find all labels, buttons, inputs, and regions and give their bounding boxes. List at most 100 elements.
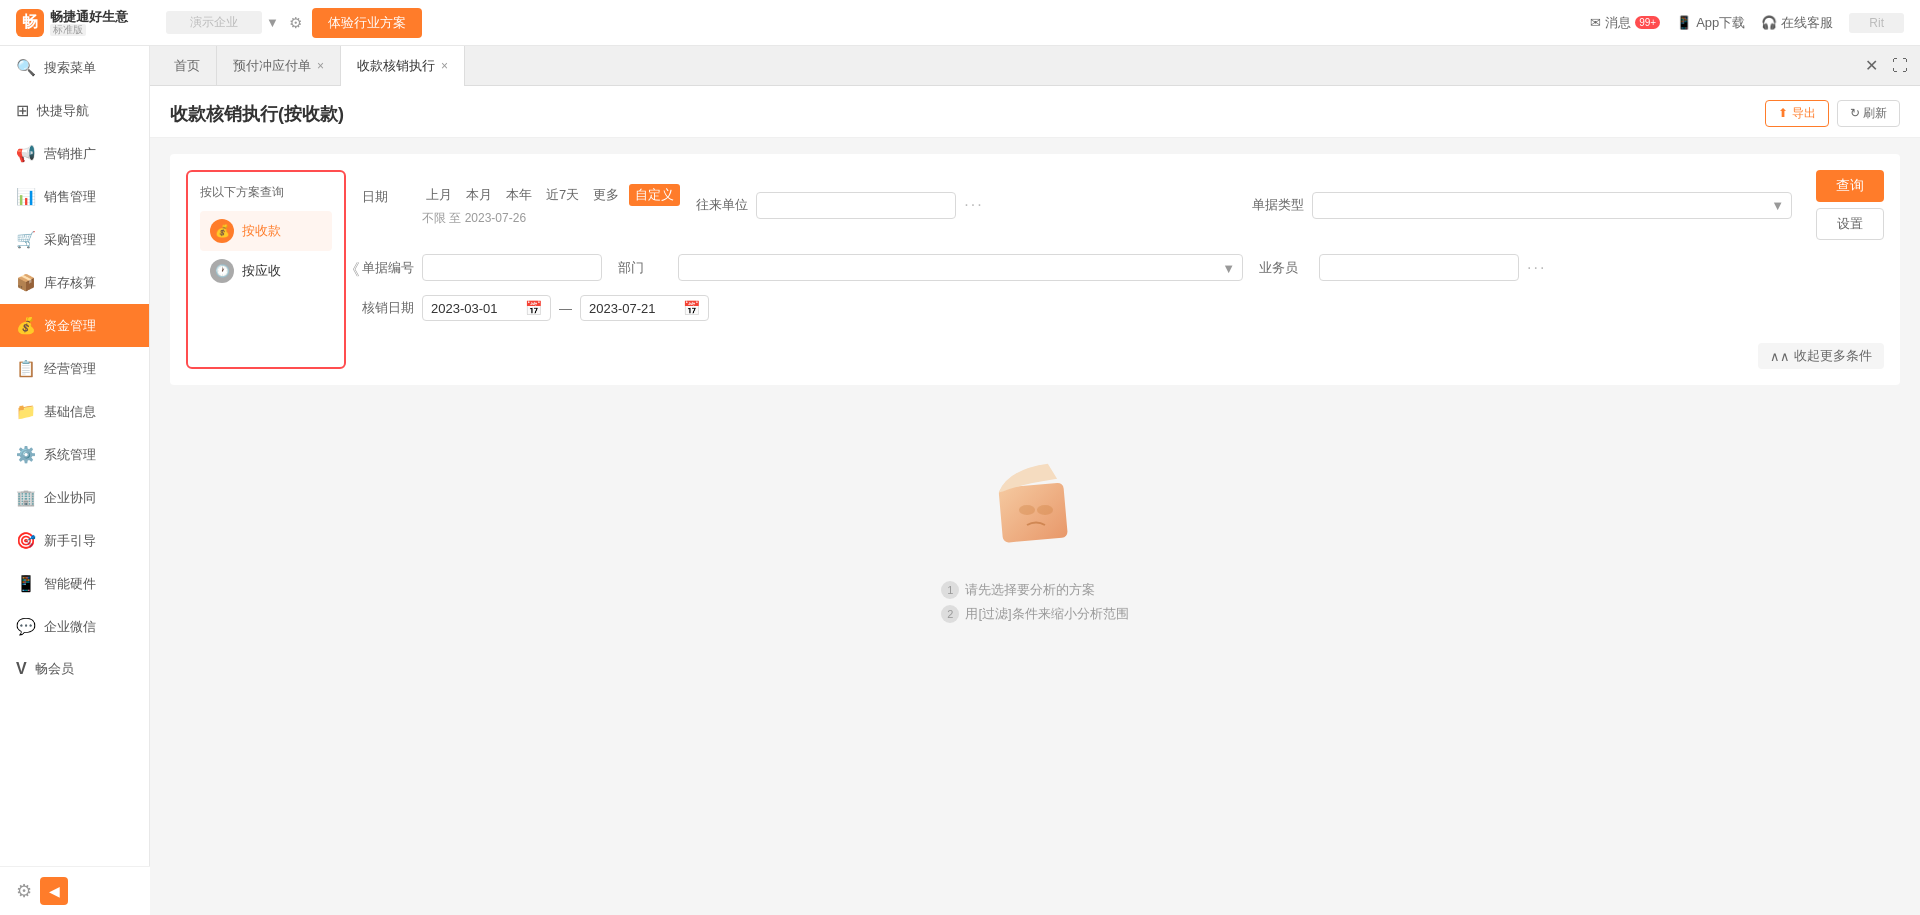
dropdown-icon[interactable]: ▼	[266, 15, 279, 30]
sidebar-item-purchase[interactable]: 🛒 采购管理	[0, 218, 149, 261]
sidebar-item-guide[interactable]: 🎯 新手引导	[0, 519, 149, 562]
tab-collection-close[interactable]: ×	[441, 59, 448, 73]
doc-type-select[interactable]	[1312, 192, 1792, 219]
wechat-icon: 💬	[16, 617, 36, 636]
query-button[interactable]: 查询	[1816, 170, 1884, 202]
filter-panel: 按以下方案查询 💰 按收款 🕐 按应收 《 日期	[170, 154, 1900, 385]
sidebar-label-purchase: 采购管理	[44, 231, 96, 249]
message-label: 消息	[1605, 14, 1631, 32]
date-more[interactable]: 更多	[589, 184, 623, 206]
gear-icon[interactable]: ⚙	[289, 14, 302, 32]
guide-icon: 🎯	[16, 531, 36, 550]
sidebar-label-operations: 经营管理	[44, 360, 96, 378]
date-last-month[interactable]: 上月	[422, 184, 456, 206]
sidebar-item-quick-nav[interactable]: ⊞ 快捷导航	[0, 89, 149, 132]
date-filter-group: 日期 上月 本月 本年 近7天 更多 自定义 不限 至 2023-07-26	[362, 184, 680, 227]
partner-label: 往来单位	[696, 196, 748, 214]
verify-date-to-input[interactable]	[589, 301, 679, 316]
sidebar-item-vip[interactable]: V 畅会员	[0, 648, 149, 738]
tab-bar: 首页 预付冲应付单 × 收款核销执行 × ✕ ⛶	[150, 46, 1920, 86]
operations-icon: 📋	[16, 359, 36, 378]
doc-num-input[interactable]	[422, 254, 602, 281]
online-service-btn[interactable]: 🎧 在线客服	[1761, 14, 1833, 32]
salesperson-input[interactable]	[1319, 254, 1519, 281]
dept-select[interactable]	[678, 254, 1243, 281]
receivable-icon: 🕐	[210, 259, 234, 283]
empty-tip-2-text: 用[过滤]条件来缩小分析范围	[965, 605, 1128, 623]
sidebar-item-system[interactable]: ⚙️ 系统管理	[0, 433, 149, 476]
sidebar-item-wechat[interactable]: 💬 企业微信	[0, 605, 149, 648]
doc-type-label: 单据类型	[1252, 196, 1304, 214]
query-type-panel: 按以下方案查询 💰 按收款 🕐 按应收 《	[186, 170, 346, 369]
partner-input[interactable]	[756, 192, 956, 219]
query-by-receivable[interactable]: 🕐 按应收	[200, 251, 332, 291]
export-button[interactable]: ⬆ 导出	[1765, 100, 1828, 127]
solution-button[interactable]: 体验行业方案	[312, 8, 422, 38]
app-download-btn[interactable]: 📱 App下载	[1676, 14, 1745, 32]
hardware-icon: 📱	[16, 574, 36, 593]
tab-home[interactable]: 首页	[158, 46, 217, 86]
sidebar-label-inventory: 库存核算	[44, 274, 96, 292]
sidebar-label-basic-info: 基础信息	[44, 403, 96, 421]
date-last-7-days[interactable]: 近7天	[542, 184, 583, 206]
sidebar-item-sales[interactable]: 📊 销售管理	[0, 175, 149, 218]
sidebar-item-finance[interactable]: 💰 资金管理	[0, 304, 149, 347]
online-service-label: 在线客服	[1781, 14, 1833, 32]
collapse-arrow-icon[interactable]: 《	[344, 259, 360, 280]
verify-date-to-calendar-icon[interactable]: 📅	[683, 300, 700, 316]
sidebar-label-search-menu: 搜索菜单	[44, 59, 96, 77]
enterprise-icon: 🏢	[16, 488, 36, 507]
sidebar-collapse-button[interactable]: ◀	[40, 877, 68, 905]
tab-close-all-button[interactable]: ✕	[1861, 52, 1882, 79]
collapse-arrow-up-icon: ∧∧	[1770, 349, 1790, 364]
dept-filter: 部门 ▼	[618, 254, 1243, 281]
doc-type-select-wrap: ▼	[1312, 192, 1792, 219]
sidebar-label-enterprise: 企业协同	[44, 489, 96, 507]
top-right-area: ✉ 消息 99+ 📱 App下载 🎧 在线客服 Rit	[1590, 13, 1904, 33]
tab-collection-label: 收款核销执行	[357, 57, 435, 75]
filter-row-2: 单据编号 部门 ▼ 业务员	[362, 254, 1884, 281]
empty-tips: 1 请先选择要分析的方案 2 用[过滤]条件来缩小分析范围	[941, 581, 1128, 623]
company-area[interactable]: 演示企业 ▼	[166, 11, 279, 34]
sidebar-settings-icon[interactable]: ⚙	[16, 880, 32, 902]
vip-icon: V	[16, 660, 27, 678]
refresh-button[interactable]: ↻ 刷新	[1837, 100, 1900, 127]
query-by-collection[interactable]: 💰 按收款	[200, 211, 332, 251]
tab-prepay-label: 预付冲应付单	[233, 57, 311, 75]
tab-collection-offset[interactable]: 收款核销执行 ×	[341, 46, 465, 86]
date-this-year[interactable]: 本年	[502, 184, 536, 206]
empty-tip-2: 2 用[过滤]条件来缩小分析范围	[941, 605, 1128, 623]
export-icon: ⬆	[1778, 106, 1788, 120]
date-this-month[interactable]: 本月	[462, 184, 496, 206]
verify-date-to-wrap: 📅	[580, 295, 709, 321]
by-collection-label: 按收款	[242, 222, 281, 240]
collapse-more-row: ∧∧ 收起更多条件	[362, 335, 1884, 369]
verify-date-from-input[interactable]	[431, 301, 521, 316]
logo-area: 畅 畅捷通好生意 标准版	[16, 9, 156, 37]
inventory-icon: 📦	[16, 273, 36, 292]
sidebar-item-search-menu[interactable]: 🔍 搜索菜单	[0, 46, 149, 89]
setting-button[interactable]: 设置	[1816, 208, 1884, 240]
page-actions: ⬆ 导出 ↻ 刷新	[1765, 100, 1900, 127]
version-badge: 标准版	[50, 24, 86, 36]
tab-prepay-close[interactable]: ×	[317, 59, 324, 73]
collapse-more-button[interactable]: ∧∧ 收起更多条件	[1758, 343, 1884, 369]
message-btn[interactable]: ✉ 消息 99+	[1590, 14, 1660, 32]
tab-expand-button[interactable]: ⛶	[1888, 53, 1912, 79]
sidebar-item-marketing[interactable]: 📢 营销推广	[0, 132, 149, 175]
phone-icon: 📱	[1676, 15, 1692, 30]
sidebar-item-basic-info[interactable]: 📁 基础信息	[0, 390, 149, 433]
empty-tip-1-text: 请先选择要分析的方案	[965, 581, 1095, 599]
partner-ellipsis[interactable]: ···	[964, 196, 983, 214]
sidebar-item-inventory[interactable]: 📦 库存核算	[0, 261, 149, 304]
tab-actions: ✕ ⛶	[1861, 52, 1912, 79]
sidebar-item-operations[interactable]: 📋 经营管理	[0, 347, 149, 390]
doc-num-filter: 单据编号	[362, 254, 602, 281]
date-custom[interactable]: 自定义	[629, 184, 680, 206]
sidebar-item-hardware[interactable]: 📱 智能硬件	[0, 562, 149, 605]
salesperson-ellipsis[interactable]: ···	[1527, 259, 1546, 277]
verify-date-from-calendar-icon[interactable]: 📅	[525, 300, 542, 316]
user-area[interactable]: Rit	[1849, 13, 1904, 33]
sidebar-item-enterprise[interactable]: 🏢 企业协同	[0, 476, 149, 519]
tab-prepay-offset[interactable]: 预付冲应付单 ×	[217, 46, 341, 86]
